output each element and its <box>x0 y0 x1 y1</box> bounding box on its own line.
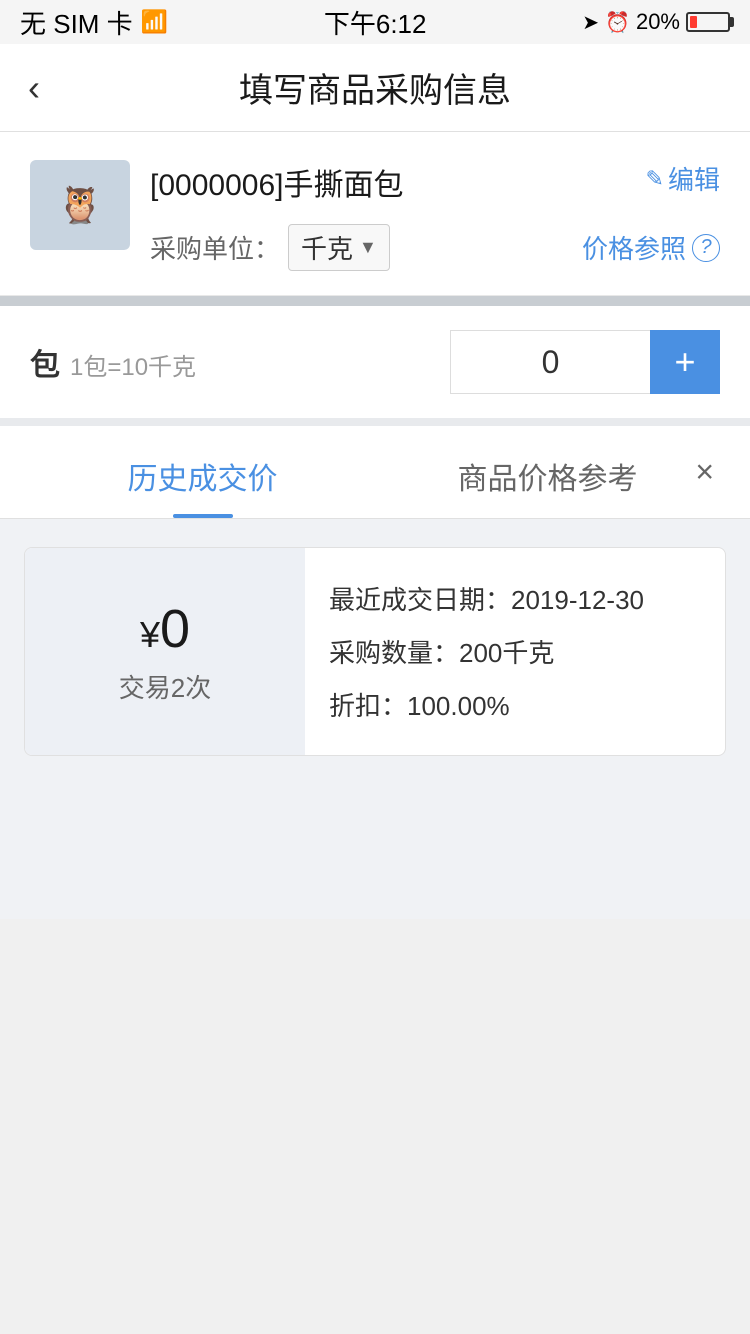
status-right: ➤ ⏰ 20% <box>582 9 730 35</box>
status-time: 下午6:12 <box>324 4 427 41</box>
quantity-input-group: 0 + <box>450 330 720 394</box>
plus-icon: + <box>674 341 695 383</box>
product-info: [0000006]手撕面包 ✎ 编辑 采购单位： 千克 ▼ 价格参照 ? <box>150 160 720 271</box>
wifi-icon: 📶 <box>141 9 168 35</box>
status-bar: 无 SIM 卡 📶 下午6:12 ➤ ⏰ 20% <box>0 0 750 44</box>
location-icon: ➤ <box>582 10 599 35</box>
unit-label: 采购单位： <box>150 229 280 266</box>
product-thumbnail: 🦉 <box>30 160 130 250</box>
tabs-container: 历史成交价 商品价格参考 × <box>0 426 750 519</box>
purchase-qty-label: 采购数量： <box>329 638 459 668</box>
battery-percent: 20% <box>636 9 680 35</box>
quantity-label-group: 包 1包=10千克 <box>30 340 196 384</box>
quantity-conversion: 1包=10千克 <box>70 347 196 382</box>
product-unit-row: 采购单位： 千克 ▼ 价格参照 ? <box>150 224 720 271</box>
edit-icon: ✎ <box>646 166 664 192</box>
price-ref-label: 价格参照 <box>582 229 686 266</box>
unit-select[interactable]: 千克 ▼ <box>288 224 390 271</box>
product-name: [0000006]手撕面包 <box>150 160 403 204</box>
unit-value: 千克 <box>301 229 353 266</box>
history-price-section: ¥0 交易2次 <box>25 548 305 755</box>
page-title: 填写商品采购信息 <box>239 63 511 112</box>
content-area: ¥0 交易2次 最近成交日期：2019-12-30 采购数量：200千克 折扣：… <box>0 519 750 919</box>
back-button[interactable]: ‹ <box>28 67 40 109</box>
nav-bar: ‹ 填写商品采购信息 <box>0 44 750 132</box>
quantity-unit: 包 <box>30 340 60 384</box>
quantity-row: 包 1包=10千克 0 + <box>0 306 750 426</box>
discount-row: 折扣：100.00% <box>329 686 701 723</box>
history-details-section: 最近成交日期：2019-12-30 采购数量：200千克 折扣：100.00% <box>305 548 725 755</box>
history-card: ¥0 交易2次 最近成交日期：2019-12-30 采购数量：200千克 折扣：… <box>24 547 726 756</box>
edit-button[interactable]: ✎ 编辑 <box>646 160 720 197</box>
battery-container <box>686 12 730 32</box>
currency-symbol: ¥ <box>140 614 160 655</box>
quantity-value: 0 <box>542 344 560 381</box>
discount-label: 折扣： <box>329 691 407 721</box>
quantity-input[interactable]: 0 <box>450 330 650 394</box>
recent-date-row: 最近成交日期：2019-12-30 <box>329 580 701 617</box>
trade-count: 交易2次 <box>119 668 211 705</box>
tab-product-price-ref[interactable]: 商品价格参考 <box>375 426 720 518</box>
purchase-qty-row: 采购数量：200千克 <box>329 633 701 670</box>
tab-history-price[interactable]: 历史成交价 <box>30 426 375 518</box>
status-left: 无 SIM 卡 📶 <box>20 4 168 41</box>
product-thumbnail-icon: 🦉 <box>58 184 103 226</box>
sim-label: 无 SIM 卡 <box>20 4 133 41</box>
close-icon: × <box>695 454 714 490</box>
recent-date-value: 2019-12-30 <box>511 585 644 615</box>
history-price-value: 0 <box>160 599 190 659</box>
tab-product-label: 商品价格参考 <box>458 463 638 496</box>
history-price-display: ¥0 <box>140 598 190 660</box>
section-divider <box>0 296 750 306</box>
edit-label: 编辑 <box>668 160 720 197</box>
battery-fill <box>690 16 697 28</box>
tab-history-label: 历史成交价 <box>128 463 278 496</box>
alarm-icon: ⏰ <box>605 10 630 35</box>
tab-close-button[interactable]: × <box>687 446 722 499</box>
back-icon: ‹ <box>28 67 40 109</box>
price-ref-button[interactable]: 价格参照 ? <box>582 229 720 266</box>
unit-select-group: 采购单位： 千克 ▼ <box>150 224 390 271</box>
product-card: 🦉 [0000006]手撕面包 ✎ 编辑 采购单位： 千克 ▼ 价格参照 ? <box>0 132 750 296</box>
chevron-down-icon: ▼ <box>359 237 377 258</box>
product-header: [0000006]手撕面包 ✎ 编辑 <box>150 160 720 204</box>
battery-bar <box>686 12 730 32</box>
info-icon: ? <box>692 234 720 262</box>
discount-value: 100.00% <box>407 691 510 721</box>
quantity-plus-button[interactable]: + <box>650 330 720 394</box>
purchase-qty-value: 200千克 <box>459 638 554 668</box>
recent-date-label: 最近成交日期： <box>329 585 511 615</box>
